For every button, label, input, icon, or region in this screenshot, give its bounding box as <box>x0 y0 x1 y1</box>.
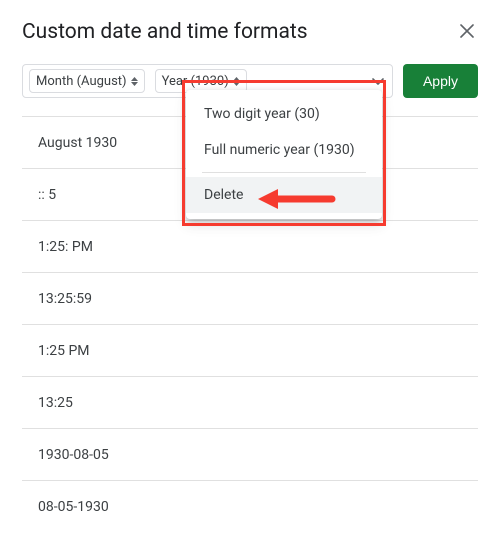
format-row[interactable]: 13:25:59 <box>22 273 478 325</box>
format-row[interactable]: 1:25 PM <box>22 325 478 377</box>
token-chip-month[interactable]: Month (August) <box>29 69 145 93</box>
format-row[interactable]: 13:25 <box>22 377 478 429</box>
chevron-down-icon <box>372 78 384 85</box>
close-button[interactable] <box>456 18 478 46</box>
chip-dropdown-icon <box>233 77 240 86</box>
format-row[interactable]: 1930-08-05 <box>22 429 478 481</box>
menu-item-two-digit-year[interactable]: Two digit year (30) <box>186 96 382 132</box>
apply-button[interactable]: Apply <box>403 64 478 98</box>
menu-item-full-numeric-year[interactable]: Full numeric year (1930) <box>186 132 382 168</box>
menu-item-delete[interactable]: Delete <box>186 177 382 213</box>
chip-label: Year (1930) <box>162 74 229 89</box>
year-token-menu: Two digit year (30) Full numeric year (1… <box>186 90 382 219</box>
dialog-title: Custom date and time formats <box>22 20 308 44</box>
format-row[interactable]: 1:25: PM <box>22 221 478 273</box>
menu-separator <box>202 172 366 173</box>
close-icon <box>460 21 474 43</box>
chip-dropdown-icon <box>131 77 138 86</box>
add-token-dropdown[interactable] <box>372 78 384 85</box>
chip-label: Month (August) <box>36 74 127 89</box>
format-row[interactable]: 08-05-1930 <box>22 481 478 533</box>
